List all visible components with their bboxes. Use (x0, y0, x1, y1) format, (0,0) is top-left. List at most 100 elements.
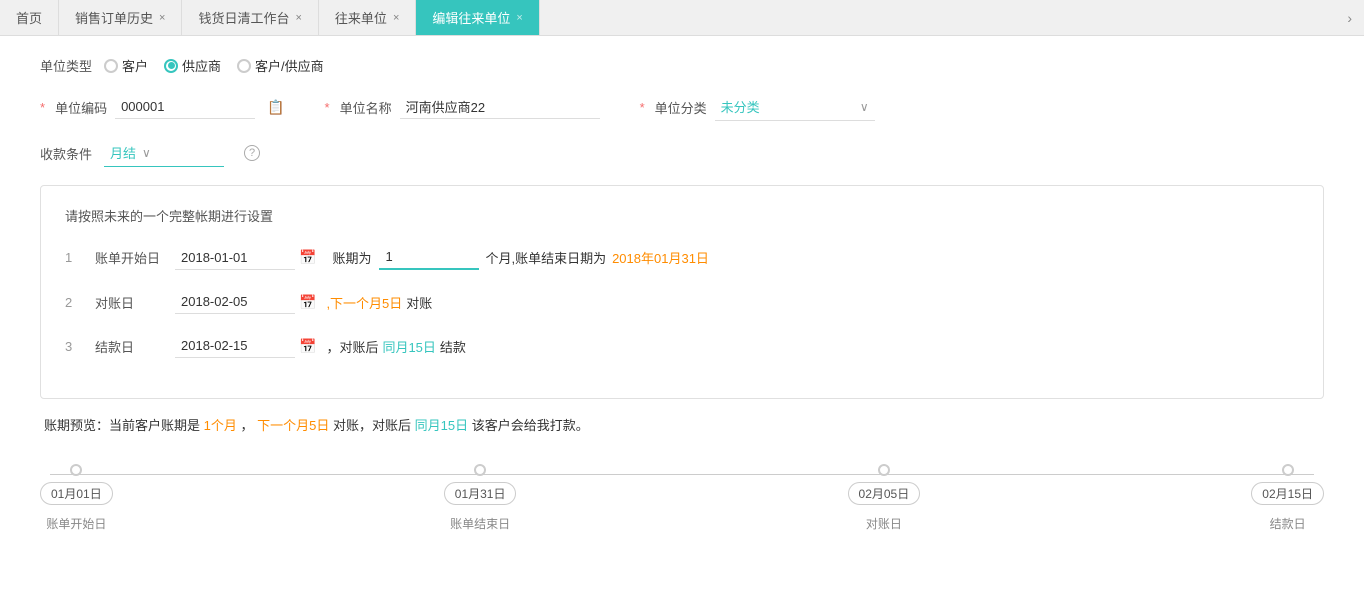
row-1-suffix-after: 个月,账单结束日期为 (485, 248, 606, 267)
period-section: 请按照未来的一个完整帐期进行设置 1 账单开始日 📅 账期为 个月,账单结束日期… (40, 185, 1324, 399)
code-field-group: * 单位编码 📋 (40, 95, 285, 119)
payment-select[interactable]: 月结 ∨ (104, 139, 224, 167)
preview-part2: 下一个月5日 (257, 418, 329, 433)
fields-row: * 单位编码 📋 * 单位名称 * 单位分类 未分类 ∨ (40, 93, 1324, 121)
timeline-label-1: 账单结束日 (450, 515, 510, 532)
tab-sales-history-label: 销售订单历史 (75, 8, 153, 27)
timeline-badge-1: 01月31日 (444, 482, 517, 505)
row-3-num: 3 (65, 339, 95, 354)
radio-both-circle (237, 59, 251, 73)
row-2-label: 对账日 (95, 293, 175, 312)
row-2: 2 对账日 📅 ,下一个月5日 对账 (65, 290, 1299, 314)
row-1-date-input[interactable] (175, 246, 295, 270)
row-1-suffix-before: 账期为 (332, 248, 371, 267)
timeline-items: 01月01日 账单开始日 01月31日 账单结束日 02月05日 对账日 02月… (40, 464, 1324, 532)
row-2-highlight: ,下一个月5日 (326, 293, 402, 312)
radio-customer-label: 客户 (122, 56, 148, 75)
payment-row: 收款条件 月结 ∨ ? (40, 139, 1324, 167)
payment-label: 收款条件 (40, 144, 92, 163)
unit-type-label: 单位类型 (40, 56, 92, 75)
row-3-date-input[interactable] (175, 334, 295, 358)
tab-partner-unit[interactable]: 往来单位 × (319, 0, 416, 35)
row-3: 3 结款日 📅 ，对账后 同月15日 结款 (65, 334, 1299, 358)
row-3-label: 结款日 (95, 337, 175, 356)
close-icon[interactable]: × (295, 12, 301, 24)
preview-suffix: 该客户会给我打款。 (472, 418, 589, 433)
row-1-highlight: 2018年01月31日 (612, 248, 709, 267)
row-1-label: 账单开始日 (95, 248, 175, 267)
category-field-group: * 单位分类 未分类 ∨ (640, 93, 875, 121)
timeline-badge-0: 01月01日 (40, 482, 113, 505)
radio-both[interactable]: 客户/供应商 (237, 56, 324, 75)
code-label: 单位编码 (55, 98, 107, 117)
timeline-label-0: 账单开始日 (46, 515, 106, 532)
preview-text: 账期预览：当前客户账期是 1个月 ， 下一个月5日 对账，对账后 同月15日 该… (40, 415, 1324, 434)
radio-supplier-label: 供应商 (182, 56, 221, 75)
timeline-badge-3: 02月15日 (1251, 482, 1324, 505)
row-3-prefix: ，对账后 (326, 337, 378, 356)
row-3-highlight: 同月15日 (382, 337, 435, 356)
main-content: 单位类型 客户 供应商 客户/供应商 * 单位编码 📋 * 单位名称 (0, 36, 1364, 608)
timeline-label-3: 结款日 (1270, 515, 1306, 532)
help-icon[interactable]: ? (244, 145, 260, 161)
name-field-group: * 单位名称 (325, 95, 600, 119)
tab-cash-ledger-label: 钱货日清工作台 (198, 8, 289, 27)
calendar-icon-2[interactable]: 📅 (299, 294, 316, 311)
tab-partner-unit-label: 往来单位 (335, 8, 387, 27)
row-1-num: 1 (65, 250, 95, 265)
help-icon-label: ? (249, 147, 255, 159)
chevron-down-icon: ∨ (142, 146, 151, 160)
timeline-item-2: 02月05日 对账日 (848, 464, 921, 532)
close-icon[interactable]: × (516, 12, 522, 24)
calendar-icon-3[interactable]: 📅 (299, 338, 316, 355)
row-2-date-input[interactable] (175, 290, 295, 314)
timeline-label-2: 对账日 (866, 515, 902, 532)
preview-part1: 1个月 (204, 418, 237, 433)
close-icon[interactable]: × (159, 12, 165, 24)
category-required-mark: * (640, 100, 645, 115)
close-icon[interactable]: × (393, 12, 399, 24)
timeline-badge-2: 02月05日 (848, 482, 921, 505)
name-required-mark: * (325, 100, 330, 115)
preview-prefix: 账期预览：当前客户账期是 (44, 418, 200, 433)
code-input[interactable] (115, 95, 255, 119)
row-1: 1 账单开始日 📅 账期为 个月,账单结束日期为 2018年01月31日 (65, 245, 1299, 270)
row-3-suffix: 结款 (440, 337, 466, 356)
unit-type-radio-group: 客户 供应商 客户/供应商 (104, 56, 324, 75)
category-label: 单位分类 (655, 98, 707, 117)
timeline-dot-2 (878, 464, 890, 476)
tab-home-label: 首页 (16, 8, 42, 27)
payment-value: 月结 (110, 143, 136, 162)
tab-home[interactable]: 首页 (0, 0, 59, 35)
section-title: 请按照未来的一个完整帐期进行设置 (65, 206, 1299, 225)
tab-sales-history[interactable]: 销售订单历史 × (59, 0, 182, 35)
tab-edit-partner-label: 编辑往来单位 (432, 8, 510, 27)
code-required-mark: * (40, 100, 45, 115)
preview-connector2: 对账，对账后 (333, 418, 411, 433)
timeline-dot-0 (70, 464, 82, 476)
copy-icon[interactable]: 📋 (267, 99, 284, 116)
radio-supplier[interactable]: 供应商 (164, 56, 221, 75)
name-input[interactable] (400, 95, 600, 119)
unit-type-row: 单位类型 客户 供应商 客户/供应商 (40, 56, 1324, 75)
row-2-num: 2 (65, 295, 95, 310)
radio-customer[interactable]: 客户 (104, 56, 148, 75)
chevron-down-icon: ∨ (860, 100, 869, 114)
preview-part3: 同月15日 (415, 418, 468, 433)
timeline-item-3: 02月15日 结款日 (1251, 464, 1324, 532)
row-2-suffix: 对账 (406, 293, 432, 312)
tab-more-button[interactable]: › (1335, 10, 1364, 26)
preview-connector1: ， (241, 418, 254, 433)
tab-bar: 首页 销售订单历史 × 钱货日清工作台 × 往来单位 × 编辑往来单位 × › (0, 0, 1364, 36)
timeline-dot-1 (474, 464, 486, 476)
tab-edit-partner[interactable]: 编辑往来单位 × (416, 0, 539, 35)
name-label: 单位名称 (340, 98, 392, 117)
tab-cash-ledger[interactable]: 钱货日清工作台 × (182, 0, 318, 35)
category-select[interactable]: 未分类 ∨ (715, 93, 875, 121)
radio-supplier-circle (164, 59, 178, 73)
radio-customer-circle (104, 59, 118, 73)
period-input[interactable] (379, 245, 479, 270)
category-select-value: 未分类 (721, 97, 852, 116)
calendar-icon-1[interactable]: 📅 (299, 249, 316, 266)
timeline-item-0: 01月01日 账单开始日 (40, 464, 113, 532)
